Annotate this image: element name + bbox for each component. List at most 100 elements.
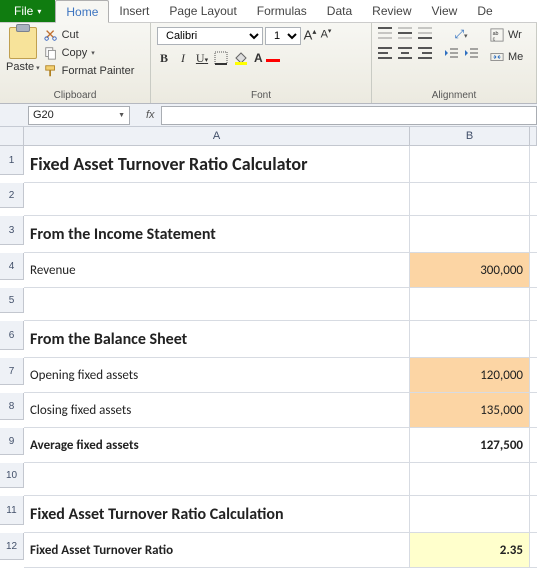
align-top-button[interactable] [378, 27, 392, 43]
decrease-font-button[interactable]: A▾ [319, 27, 333, 43]
cell-c8[interactable] [530, 393, 537, 428]
row-header[interactable]: 12 [0, 533, 24, 560]
row-header[interactable]: 6 [0, 321, 24, 350]
tab-page-layout[interactable]: Page Layout [159, 0, 246, 22]
tab-data[interactable]: Data [317, 0, 362, 22]
cell-b4[interactable]: 300,000 [410, 253, 530, 288]
tab-insert[interactable]: Insert [109, 0, 159, 22]
col-header-b[interactable]: B [410, 127, 530, 146]
cell-c11[interactable] [530, 496, 537, 533]
fx-icon[interactable]: fx [146, 109, 155, 121]
align-left-button[interactable] [378, 47, 392, 63]
tab-partial[interactable]: De [467, 0, 502, 22]
name-box[interactable]: G20 ▼ [28, 106, 130, 125]
cell-b8[interactable]: 135,000 [410, 393, 530, 428]
formula-bar[interactable] [161, 106, 537, 125]
cell-a1[interactable]: Fixed Asset Turnover Ratio Calculator [24, 146, 410, 183]
col-header-c[interactable] [530, 127, 537, 146]
cell-b9[interactable]: 127,500 [410, 428, 530, 463]
cell-a10[interactable] [24, 463, 410, 496]
font-size-select[interactable]: 11 [265, 27, 301, 45]
paste-label: Paste [6, 61, 40, 73]
cell-a2[interactable] [24, 183, 410, 216]
cell-c3[interactable] [530, 216, 537, 253]
row-header[interactable]: 3 [0, 216, 24, 245]
tab-review[interactable]: Review [362, 0, 421, 22]
cell-c6[interactable] [530, 321, 537, 358]
copy-button[interactable]: Copy ▾ [44, 45, 135, 61]
wrap-text-button[interactable]: abc Wr [490, 27, 523, 43]
cell-a7[interactable]: Opening fixed assets [24, 358, 410, 393]
cell-c2[interactable] [530, 183, 537, 216]
increase-font-button[interactable]: A▴ [303, 27, 317, 43]
align-center-button[interactable] [398, 47, 412, 63]
decrease-indent-button[interactable] [444, 47, 458, 63]
align-right-button[interactable] [418, 47, 432, 63]
cell-a5[interactable] [24, 288, 410, 321]
row-header[interactable]: 1 [0, 146, 24, 175]
cell-b5[interactable] [410, 288, 530, 321]
paintbrush-icon [44, 64, 58, 78]
cell-c7[interactable] [530, 358, 537, 393]
row-header[interactable]: 8 [0, 393, 24, 420]
row-header[interactable]: 11 [0, 496, 24, 525]
cell-c10[interactable] [530, 463, 537, 496]
cell-b6[interactable] [410, 321, 530, 358]
row-header[interactable]: 4 [0, 253, 24, 280]
group-clipboard: Paste Cut Copy ▾ [0, 23, 151, 103]
cell-a9[interactable]: Average fixed assets [24, 428, 410, 463]
cell-b11[interactable] [410, 496, 530, 533]
italic-button[interactable]: I [176, 51, 190, 67]
format-painter-label: Format Painter [62, 65, 135, 77]
cell-c12[interactable] [530, 533, 537, 568]
scissors-icon [44, 28, 58, 42]
row-header[interactable]: 2 [0, 183, 24, 208]
font-name-select[interactable]: Calibri [157, 27, 263, 45]
cell-c5[interactable] [530, 288, 537, 321]
merge-label: Me [508, 51, 523, 63]
col-header-a[interactable]: A [24, 127, 410, 146]
cell-a11[interactable]: Fixed Asset Turnover Ratio Calculation [24, 496, 410, 533]
row-header[interactable]: 5 [0, 288, 24, 313]
cell-b12[interactable]: 2.35 [410, 533, 530, 568]
paste-button[interactable]: Paste [6, 25, 40, 73]
fill-color-button[interactable] [233, 51, 249, 67]
bold-button[interactable]: B [157, 51, 171, 67]
underline-button[interactable]: U▾ [195, 51, 209, 67]
align-middle-button[interactable] [398, 27, 412, 43]
row-header[interactable]: 10 [0, 463, 24, 488]
cell-a3[interactable]: From the Income Statement [24, 216, 410, 253]
cell-b10[interactable] [410, 463, 530, 496]
cell-b3[interactable] [410, 216, 530, 253]
ribbon: Paste Cut Copy ▾ [0, 23, 537, 104]
cell-a6[interactable]: From the Balance Sheet [24, 321, 410, 358]
cell-b7[interactable]: 120,000 [410, 358, 530, 393]
tab-home[interactable]: Home [55, 0, 109, 23]
select-all-corner[interactable] [0, 127, 24, 146]
copy-label: Copy [62, 47, 88, 59]
chevron-down-icon: ▾ [91, 49, 95, 57]
cell-a12[interactable]: Fixed Asset Turnover Ratio [24, 533, 410, 568]
format-painter-button[interactable]: Format Painter [44, 63, 135, 79]
increase-indent-button[interactable] [464, 47, 478, 63]
cell-a4[interactable]: Revenue [24, 253, 410, 288]
chevron-down-icon[interactable]: ▼ [118, 112, 125, 119]
cell-c4[interactable] [530, 253, 537, 288]
font-color-button[interactable]: A [254, 51, 280, 67]
tab-formulas[interactable]: Formulas [247, 0, 317, 22]
border-button[interactable] [214, 51, 228, 67]
tab-view[interactable]: View [422, 0, 468, 22]
align-bottom-button[interactable] [418, 27, 432, 43]
cell-a8[interactable]: Closing fixed assets [24, 393, 410, 428]
clipboard-group-label: Clipboard [6, 89, 144, 101]
cell-c1[interactable] [530, 146, 537, 183]
row-header[interactable]: 7 [0, 358, 24, 385]
merge-button[interactable]: Me [490, 49, 523, 65]
tab-file[interactable]: File [0, 0, 55, 22]
orientation-button[interactable]: ⤢▾ [444, 27, 478, 43]
row-header[interactable]: 9 [0, 428, 24, 455]
cell-b1[interactable] [410, 146, 530, 183]
cell-c9[interactable] [530, 428, 537, 463]
cut-button[interactable]: Cut [44, 27, 135, 43]
cell-b2[interactable] [410, 183, 530, 216]
